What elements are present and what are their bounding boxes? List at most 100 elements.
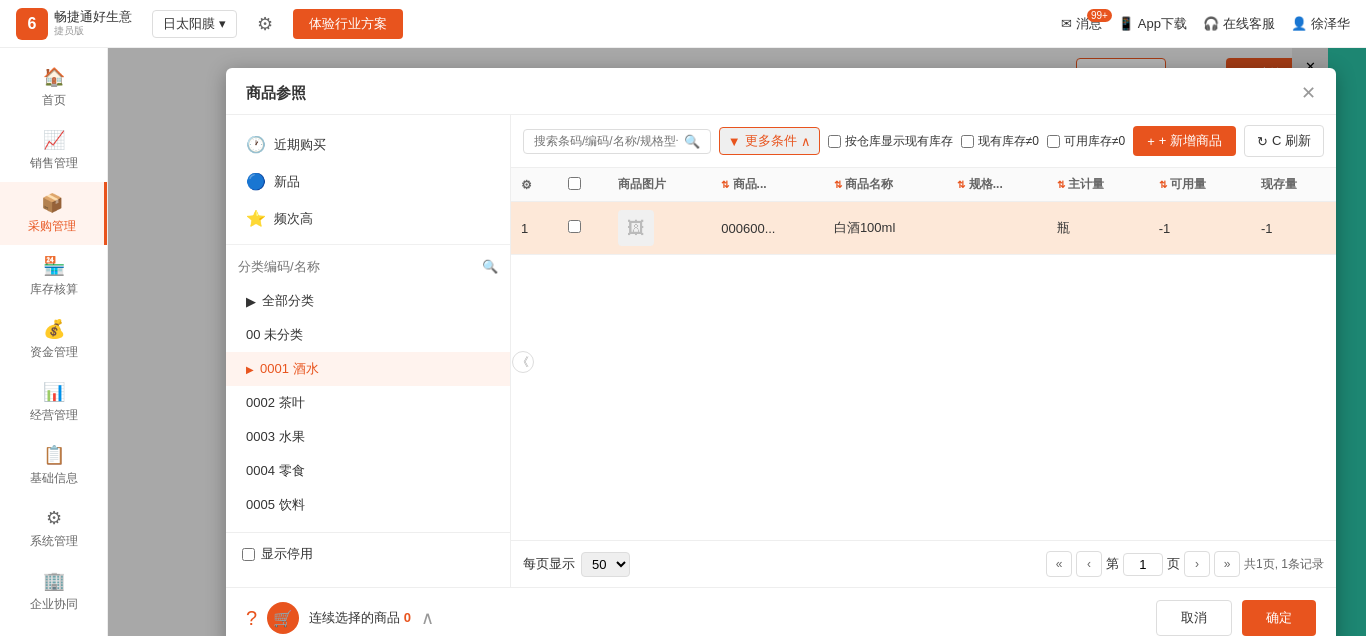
- gear-icon[interactable]: ⚙: [249, 8, 281, 40]
- col-image-label: 商品图片: [618, 177, 666, 191]
- nav-frequent-label: 频次高: [274, 210, 313, 228]
- row-checkbox[interactable]: [568, 220, 581, 233]
- product-table-wrap: ⚙ 商品图片 ⇅ 商品... ⇅ 商品名称 ⇅ 规格... ⇅ 主计量 ⇅ 可用…: [511, 168, 1336, 540]
- row-available: -1: [1149, 202, 1251, 255]
- page-suffix: 页: [1167, 555, 1180, 573]
- purchase-icon: 📦: [41, 192, 63, 214]
- store-selector[interactable]: 日太阳膜 ▾: [152, 10, 237, 38]
- product-search-input[interactable]: [534, 134, 678, 148]
- checkbox-available-input[interactable]: [1047, 135, 1060, 148]
- per-page-select[interactable]: 50: [581, 552, 630, 577]
- col-code[interactable]: ⇅ 商品...: [711, 168, 824, 202]
- search-icon[interactable]: 🔍: [482, 259, 498, 274]
- cat-item-1[interactable]: ▶ 0001 酒水: [226, 352, 510, 386]
- table-row[interactable]: 1 🖼 000600... 白酒100ml 瓶: [511, 202, 1336, 255]
- system-icon: ⚙: [46, 507, 62, 529]
- show-disabled-input[interactable]: [242, 548, 255, 561]
- next-page-button[interactable]: ›: [1184, 551, 1210, 577]
- row-seq: 1: [511, 202, 558, 255]
- user-avatar[interactable]: 👤 徐泽华: [1291, 15, 1350, 33]
- confirm-button[interactable]: 确定: [1242, 600, 1316, 636]
- sidebar-item-operations[interactable]: 📊 经营管理: [0, 371, 107, 434]
- modal-close-button[interactable]: ✕: [1301, 82, 1316, 104]
- sidebar-item-finance[interactable]: 💰 资金管理: [0, 308, 107, 371]
- home-icon: 🏠: [43, 66, 65, 88]
- cat-item-4[interactable]: 0004 零食: [226, 454, 510, 488]
- checkbox-stock-nonzero[interactable]: 现有库存≠0: [961, 133, 1039, 150]
- col-name[interactable]: ⇅ 商品名称: [824, 168, 948, 202]
- add-product-button[interactable]: + + 新增商品: [1133, 126, 1236, 156]
- page-number-input[interactable]: [1123, 553, 1163, 576]
- chevron-down-icon: ▾: [219, 16, 226, 31]
- sidebar-item-purchase[interactable]: 📦 采购管理: [0, 182, 107, 245]
- nav-right: ✉ 消息 99+ 📱 App下载 🎧 在线客服 👤 徐泽华: [1061, 15, 1350, 33]
- cancel-button[interactable]: 取消: [1156, 600, 1232, 636]
- search-icon[interactable]: 🔍: [684, 134, 700, 149]
- col-stock[interactable]: 现存量: [1251, 168, 1336, 202]
- nav-frequent[interactable]: ⭐ 频次高: [234, 201, 502, 236]
- cart-text-label: 连续选择的商品: [309, 610, 400, 625]
- product-reference-modal: 商品参照 ✕ 🕐 近期购买 🔵: [226, 68, 1336, 636]
- col-check[interactable]: [558, 168, 608, 202]
- checkbox-warehouse-input[interactable]: [828, 135, 841, 148]
- collapse-panel-button[interactable]: 《: [512, 351, 534, 373]
- nav-recent-label: 近期购买: [274, 136, 326, 154]
- sidebar-item-enterprise[interactable]: 🏢 企业协同: [0, 560, 107, 623]
- nav-new[interactable]: 🔵 新品: [234, 164, 502, 199]
- logo: 6 畅捷通好生意 捷员版: [16, 8, 132, 40]
- sidebar-item-basic-info[interactable]: 📋 基础信息: [0, 434, 107, 497]
- filter-label: 更多条件: [745, 132, 797, 150]
- last-page-button[interactable]: »: [1214, 551, 1240, 577]
- checkbox-stock-input[interactable]: [961, 135, 974, 148]
- nav-new-label: 新品: [274, 173, 300, 191]
- divider: [226, 244, 510, 245]
- col-spec-label: 规格...: [969, 177, 1003, 191]
- sidebar-item-guide[interactable]: 📖 新手引导: [0, 623, 107, 636]
- prev-page-button[interactable]: ‹: [1076, 551, 1102, 577]
- category-search-input[interactable]: [238, 259, 476, 274]
- checkbox-warehouse[interactable]: 按仓库显示现有库存: [828, 133, 953, 150]
- cat-item-0[interactable]: 00 未分类: [226, 318, 510, 352]
- cart-icon[interactable]: 🛒: [267, 602, 299, 634]
- cat-item-6[interactable]: 0008 水: [226, 522, 510, 532]
- online-service-item[interactable]: 🎧 在线客服: [1203, 15, 1275, 33]
- help-icon[interactable]: ?: [246, 607, 257, 630]
- message-item[interactable]: ✉ 消息 99+: [1061, 15, 1102, 33]
- sidebar-item-home[interactable]: 🏠 首页: [0, 56, 107, 119]
- app-download-item[interactable]: 📱 App下载: [1118, 15, 1187, 33]
- cat-item-3[interactable]: 0003 水果: [226, 420, 510, 454]
- first-page-button[interactable]: «: [1046, 551, 1072, 577]
- sidebar-label-home: 首页: [42, 92, 66, 109]
- trial-button[interactable]: 体验行业方案: [293, 9, 403, 39]
- page-total: 共1页, 1条记录: [1244, 556, 1324, 573]
- col-unit-label: 主计量: [1068, 177, 1104, 191]
- col-stock-label: 现存量: [1261, 177, 1297, 191]
- row-check[interactable]: [558, 202, 608, 255]
- col-spec[interactable]: ⇅ 规格...: [947, 168, 1046, 202]
- col-name-label: 商品名称: [845, 177, 893, 191]
- select-all-checkbox[interactable]: [568, 177, 581, 190]
- refresh-button[interactable]: ↻ C 刷新: [1244, 125, 1324, 157]
- cat-item-2[interactable]: 0002 茶叶: [226, 386, 510, 420]
- fold-button[interactable]: ∧: [421, 607, 434, 629]
- row-unit: 瓶: [1047, 202, 1149, 255]
- col-available[interactable]: ⇅ 可用量: [1149, 168, 1251, 202]
- sidebar-item-sales[interactable]: 📈 销售管理: [0, 119, 107, 182]
- logo-name: 畅捷通好生意: [54, 9, 132, 25]
- cat-item-5[interactable]: 0005 饮料: [226, 488, 510, 522]
- show-disabled-checkbox[interactable]: 显示停用: [242, 545, 494, 563]
- modal-header: 商品参照 ✕: [226, 68, 1336, 115]
- sidebar-item-system[interactable]: ⚙ 系统管理: [0, 497, 107, 560]
- sidebar-label-sales: 销售管理: [30, 155, 78, 172]
- col-unit[interactable]: ⇅ 主计量: [1047, 168, 1149, 202]
- col-settings[interactable]: ⚙: [511, 168, 558, 202]
- nav-recent[interactable]: 🕐 近期购买: [234, 127, 502, 162]
- sidebar-label-operations: 经营管理: [30, 407, 78, 424]
- phone-icon: 📱: [1118, 16, 1134, 31]
- service-label: 在线客服: [1223, 15, 1275, 33]
- cat-item-all[interactable]: ▶ 全部分类: [226, 284, 510, 318]
- left-panel: 🕐 近期购买 🔵 新品 ⭐ 频次高: [226, 115, 511, 587]
- filter-button[interactable]: ▼ 更多条件 ∧: [719, 127, 820, 155]
- sidebar-item-inventory[interactable]: 🏪 库存核算: [0, 245, 107, 308]
- checkbox-available-nonzero[interactable]: 可用库存≠0: [1047, 133, 1125, 150]
